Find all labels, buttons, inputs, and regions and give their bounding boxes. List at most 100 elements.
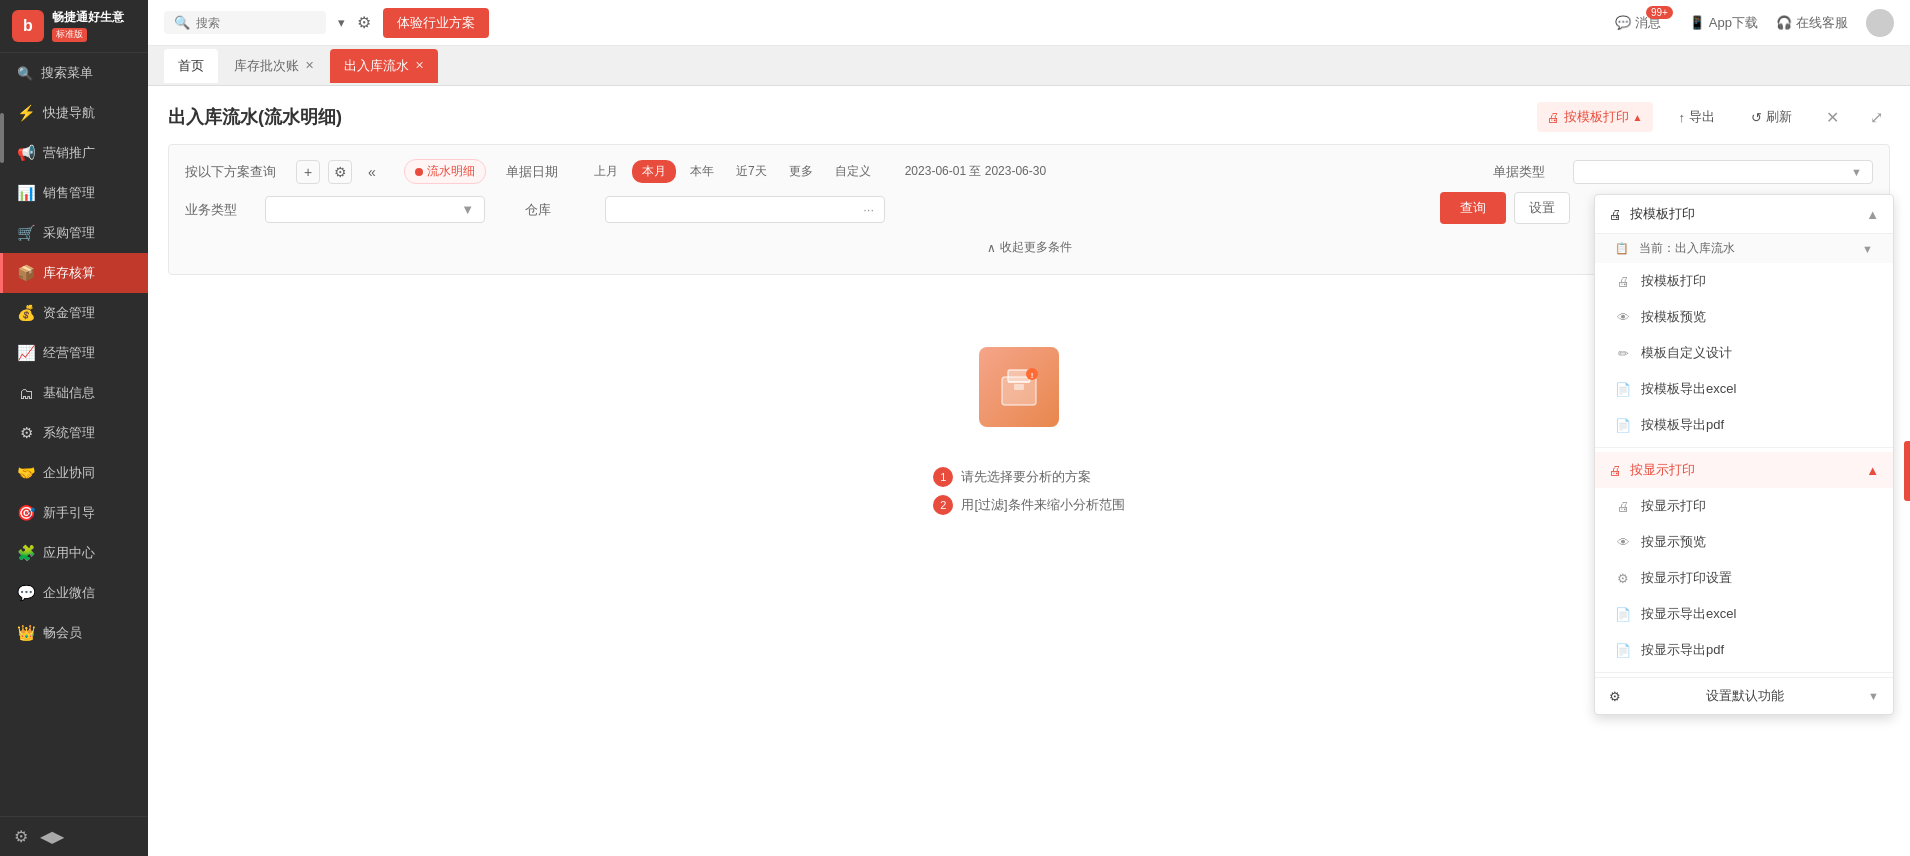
dropdown-footer-default[interactable]: ⚙ 设置默认功能 ▼ bbox=[1595, 677, 1893, 714]
dropdown-display-export-pdf[interactable]: 📄 按显示导出pdf bbox=[1595, 632, 1893, 668]
dropdown-display-print[interactable]: 🖨 按显示打印 bbox=[1595, 488, 1893, 524]
sidebar-item-wechat[interactable]: 💬 企业微信 bbox=[0, 573, 148, 613]
quick-nav-icon: ⚡ bbox=[17, 104, 35, 122]
sidebar: b 畅捷通好生意 标准版 🔍 搜索菜单 ⚡ 快捷导航 📢 营销推广 📊 销售管理 bbox=[0, 0, 148, 856]
template-print-icon: 🖨 bbox=[1615, 273, 1631, 289]
date-btn-more[interactable]: 更多 bbox=[781, 160, 821, 183]
warehouse-more-icon: ··· bbox=[863, 202, 874, 217]
refresh-button[interactable]: ↺ 刷新 bbox=[1741, 102, 1802, 132]
current-template-icon: 📋 bbox=[1615, 242, 1629, 255]
dropdown-section-template: 🖨 按模板打印 👁 按模板预览 ✏ 模板自定义设计 📄 按模板导出excel 📄 bbox=[1595, 263, 1893, 448]
search-icon: 🔍 bbox=[17, 66, 33, 81]
app-download-icon: 📱 bbox=[1689, 15, 1705, 30]
main-area: 🔍 ▾ ⚙ 体验行业方案 💬 消息 99+ 📱 App下载 🎧 在线客服 bbox=[148, 0, 1910, 856]
topbar-gear-icon[interactable]: ⚙ bbox=[357, 13, 371, 32]
dropdown-template-design[interactable]: ✏ 模板自定义设计 bbox=[1595, 335, 1893, 371]
filter-settings-button[interactable]: ⚙ bbox=[328, 160, 352, 184]
tab-inventory-batch[interactable]: 库存批次账 ✕ bbox=[220, 49, 328, 83]
add-filter-button[interactable]: + bbox=[296, 160, 320, 184]
sidebar-item-system[interactable]: ⚙ 系统管理 bbox=[0, 413, 148, 453]
date-btn-last-month[interactable]: 上月 bbox=[586, 160, 626, 183]
sidebar-item-inventory[interactable]: 📦 库存核算 bbox=[0, 253, 148, 293]
svg-text:!: ! bbox=[1031, 371, 1034, 380]
sidebar-item-apps[interactable]: 🧩 应用中心 bbox=[0, 533, 148, 573]
page-header: 出入库流水(流水明细) 🖨 按模板打印 ▲ ↑ 导出 ↺ 刷新 ✕ ⤢ bbox=[148, 86, 1910, 132]
dropdown-section-display: 🖨 按显示打印 ▲ 🖨 按显示打印 👁 按显示预览 ⚙ 按显示打印设置 bbox=[1595, 452, 1893, 673]
tab-home[interactable]: 首页 bbox=[164, 49, 218, 83]
app-download-button[interactable]: 📱 App下载 bbox=[1689, 14, 1758, 32]
dropdown-template-print[interactable]: 🖨 按模板打印 bbox=[1595, 263, 1893, 299]
dropdown-collapse-arrow[interactable]: ▲ bbox=[1866, 207, 1879, 222]
sidebar-item-purchase[interactable]: 🛒 采购管理 bbox=[0, 213, 148, 253]
sidebar-item-guide[interactable]: 🎯 新手引导 bbox=[0, 493, 148, 533]
warehouse-select[interactable]: ··· bbox=[605, 196, 885, 223]
sidebar-item-operations[interactable]: 📈 经营管理 bbox=[0, 333, 148, 373]
dropdown-template-export-pdf[interactable]: 📄 按模板导出pdf bbox=[1595, 407, 1893, 443]
biz-type-label: 业务类型 bbox=[185, 201, 245, 219]
display-excel-icon: 📄 bbox=[1615, 606, 1631, 622]
close-stock-flow-tab[interactable]: ✕ bbox=[415, 59, 424, 72]
dropdown-template-export-excel[interactable]: 📄 按模板导出excel bbox=[1595, 371, 1893, 407]
biz-type-select[interactable]: ▼ bbox=[265, 196, 485, 223]
message-button[interactable]: 💬 消息 99+ bbox=[1615, 14, 1661, 32]
industry-solution-button[interactable]: 体验行业方案 bbox=[383, 8, 489, 38]
display-section-collapse[interactable]: ▲ bbox=[1866, 463, 1879, 478]
query-button[interactable]: 查询 bbox=[1440, 192, 1506, 224]
close-page-button[interactable]: ✕ bbox=[1818, 103, 1846, 131]
sidebar-item-collab[interactable]: 🤝 企业协同 bbox=[0, 453, 148, 493]
search-input[interactable] bbox=[196, 16, 316, 30]
topbar-dropdown-arrow[interactable]: ▾ bbox=[338, 15, 345, 30]
tab-stock-flow[interactable]: 出入库流水 ✕ bbox=[330, 49, 438, 83]
collapse-more-btn[interactable]: ∧ 收起更多条件 bbox=[975, 235, 1084, 260]
display-preview-icon: 👁 bbox=[1615, 534, 1631, 550]
date-btn-custom[interactable]: 自定义 bbox=[827, 160, 879, 183]
user-avatar[interactable] bbox=[1866, 9, 1894, 37]
page-content: 出入库流水(流水明细) 🖨 按模板打印 ▲ ↑ 导出 ↺ 刷新 ✕ ⤢ bbox=[148, 86, 1910, 856]
box-svg: ! bbox=[994, 362, 1044, 412]
dropdown-display-section-header[interactable]: 🖨 按显示打印 ▲ bbox=[1595, 452, 1893, 488]
sidebar-item-sales[interactable]: 📊 销售管理 bbox=[0, 173, 148, 213]
export-button[interactable]: ↑ 导出 bbox=[1669, 102, 1726, 132]
svg-rect-3 bbox=[1014, 384, 1024, 390]
sidebar-item-finance[interactable]: 💰 资金管理 bbox=[0, 293, 148, 333]
sidebar-item-marketing[interactable]: 📢 营销推广 bbox=[0, 133, 148, 173]
topbar-search-box[interactable]: 🔍 bbox=[164, 11, 326, 34]
collapse-sidebar-icon[interactable]: ◀▶ bbox=[40, 827, 64, 846]
biz-type-arrow: ▼ bbox=[461, 202, 474, 217]
empty-steps: 1 请先选择要分析的方案 2 用[过滤]条件来缩小分析范围 bbox=[933, 467, 1124, 515]
sidebar-item-member[interactable]: 👑 畅会员 bbox=[0, 613, 148, 653]
online-service-button[interactable]: 🎧 在线客服 bbox=[1776, 14, 1848, 32]
collapse-filter-button[interactable]: « bbox=[360, 160, 384, 184]
close-inventory-batch-tab[interactable]: ✕ bbox=[305, 59, 314, 72]
date-btn-this-year[interactable]: 本年 bbox=[682, 160, 722, 183]
doc-type-select[interactable]: ▼ bbox=[1573, 160, 1873, 184]
date-range-display: 2023-06-01 至 2023-06-30 bbox=[905, 163, 1046, 180]
settings-button[interactable]: 设置 bbox=[1514, 192, 1570, 224]
collapse-arrow-icon: ∧ bbox=[987, 241, 996, 255]
tab-bar: 首页 库存批次账 ✕ 出入库流水 ✕ bbox=[148, 46, 1910, 86]
footer-arrow: ▼ bbox=[1868, 690, 1879, 702]
date-btn-7days[interactable]: 近7天 bbox=[728, 160, 775, 183]
page-actions: 🖨 按模板打印 ▲ ↑ 导出 ↺ 刷新 ✕ ⤢ bbox=[1537, 102, 1890, 132]
dropdown-print-icon: 🖨 bbox=[1609, 207, 1622, 222]
operations-icon: 📈 bbox=[17, 344, 35, 362]
maximize-button[interactable]: ⤢ bbox=[1862, 103, 1890, 131]
sidebar-nav: 🔍 搜索菜单 ⚡ 快捷导航 📢 营销推广 📊 销售管理 🛒 采购管理 📦 库存核… bbox=[0, 53, 148, 816]
dropdown-current-template[interactable]: 📋 当前：出入库流水 ▼ bbox=[1595, 234, 1893, 263]
dropdown-display-preview[interactable]: 👁 按显示预览 bbox=[1595, 524, 1893, 560]
sidebar-search-menu[interactable]: 🔍 搜索菜单 bbox=[0, 53, 148, 93]
filter-scheme-label: 按以下方案查询 bbox=[185, 163, 276, 181]
empty-icon: ! bbox=[979, 347, 1079, 447]
settings-footer-icon[interactable]: ⚙ bbox=[14, 827, 28, 846]
dropdown-display-settings[interactable]: ⚙ 按显示打印设置 bbox=[1595, 560, 1893, 596]
doc-type-label: 单据类型 bbox=[1493, 163, 1553, 181]
marketing-icon: 📢 bbox=[17, 144, 35, 162]
sidebar-item-quick-nav[interactable]: ⚡ 快捷导航 bbox=[0, 93, 148, 133]
empty-step-2: 2 用[过滤]条件来缩小分析范围 bbox=[933, 495, 1124, 515]
dropdown-template-preview[interactable]: 👁 按模板预览 bbox=[1595, 299, 1893, 335]
sidebar-item-basic[interactable]: 🗂 基础信息 bbox=[0, 373, 148, 413]
template-print-button[interactable]: 🖨 按模板打印 ▲ bbox=[1537, 102, 1653, 132]
date-label: 单据日期 bbox=[506, 163, 566, 181]
dropdown-display-export-excel[interactable]: 📄 按显示导出excel bbox=[1595, 596, 1893, 632]
date-btn-this-month[interactable]: 本月 bbox=[632, 160, 676, 183]
